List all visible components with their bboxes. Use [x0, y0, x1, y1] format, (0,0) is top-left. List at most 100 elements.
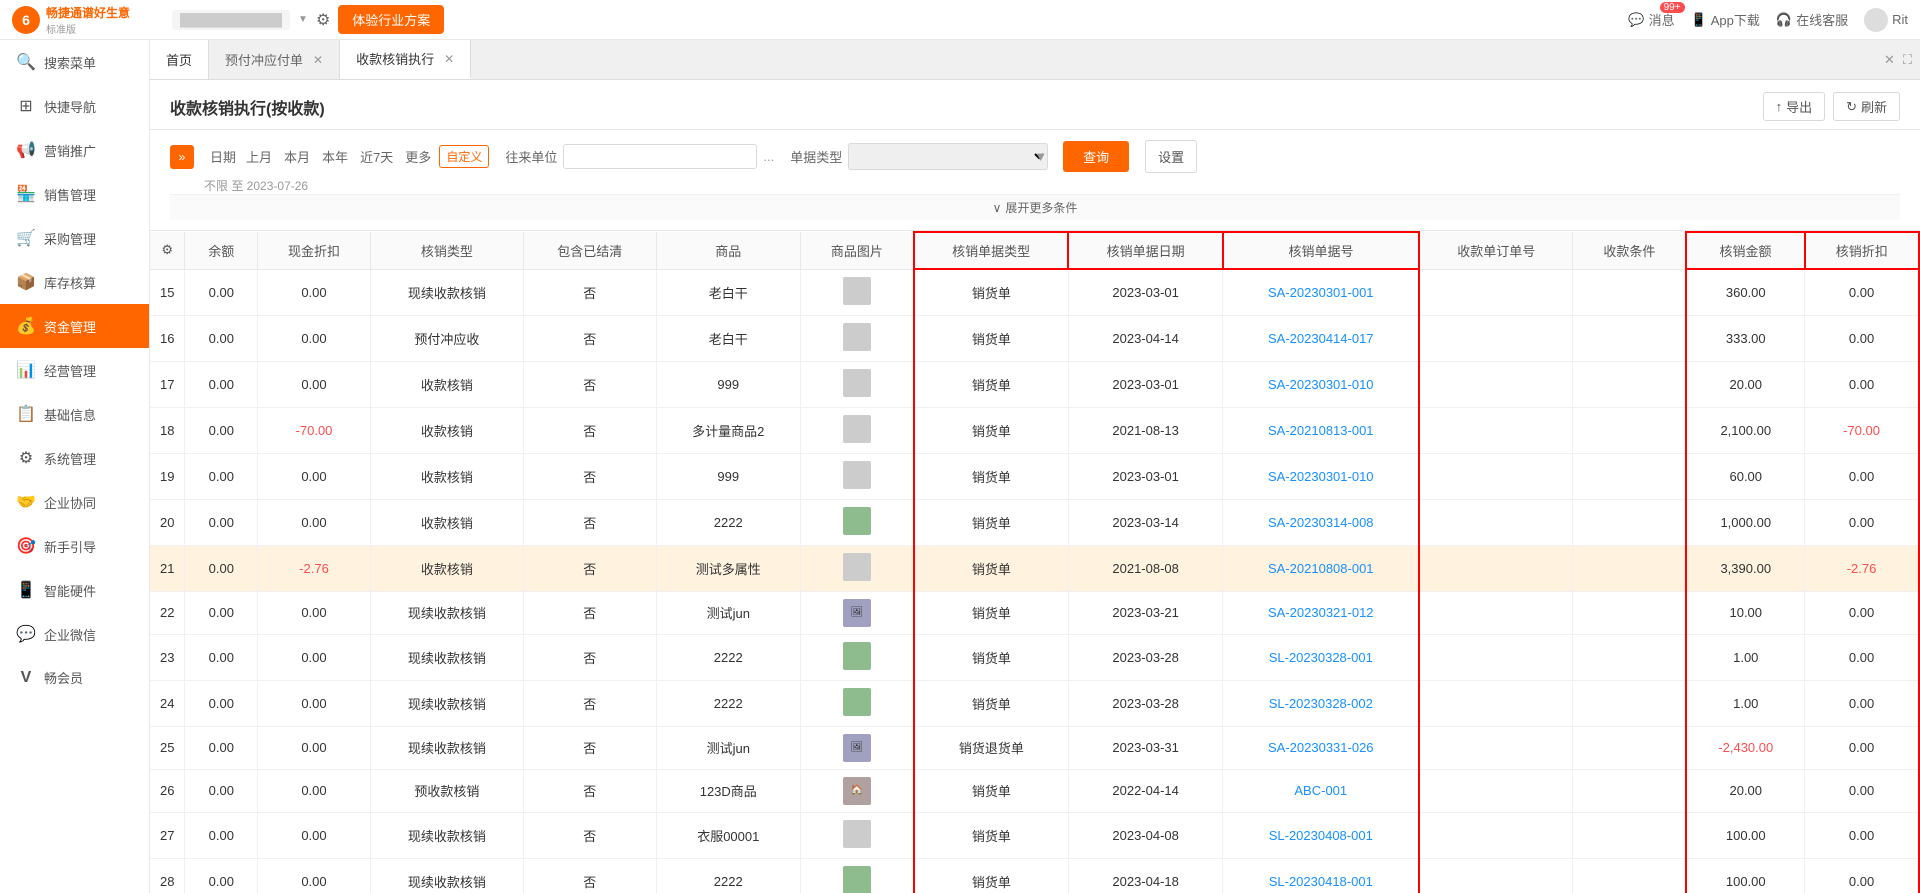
date-shortcut-more[interactable]: 更多: [401, 145, 435, 168]
tab-receipt-close-icon[interactable]: ✕: [444, 52, 454, 66]
cell-wo-amount: 10.00: [1686, 591, 1804, 634]
cell-wo-doc-no[interactable]: SL-20230418-001: [1223, 858, 1419, 893]
cell-receipt-order-no: [1419, 680, 1573, 726]
settings-icon[interactable]: ⚙: [316, 10, 330, 30]
cell-wo-doc-no[interactable]: SL-20230328-002: [1223, 680, 1419, 726]
cell-goods: 衣服00001: [656, 812, 800, 858]
date-shortcut-this-month[interactable]: 本月: [280, 145, 314, 168]
cell-wo-doc-no[interactable]: SA-20230314-008: [1223, 499, 1419, 545]
top-bar-center: ████████████ ▼ ⚙ 体验行业方案: [172, 5, 1618, 34]
cell-receipt-condition: [1573, 545, 1687, 591]
date-shortcut-last-month[interactable]: 上月: [242, 145, 276, 168]
cell-id: 18: [150, 407, 185, 453]
chevron-down-icon[interactable]: ▼: [298, 14, 308, 25]
cell-wo-doc-no[interactable]: SA-20210808-001: [1223, 545, 1419, 591]
cell-cash-discount: -70.00: [258, 407, 371, 453]
col-include-settled: 包含已结清: [523, 232, 656, 269]
cell-wo-amount: 1.00: [1686, 680, 1804, 726]
cell-wo-doc-no[interactable]: SA-20230321-012: [1223, 591, 1419, 634]
tab-prepay-close-icon[interactable]: ✕: [313, 53, 323, 67]
app-download-item[interactable]: 📱 App下载: [1691, 10, 1760, 29]
sidebar-item-member[interactable]: V 畅会员: [0, 656, 149, 699]
cell-wo-discount: 0.00: [1805, 453, 1919, 499]
table-container[interactable]: ⚙ 余额 现金折扣 核销类型 包含已结清 商品 商品图片 核销单据类型 核销单据…: [150, 231, 1920, 893]
cell-wo-doc-date: 2022-04-14: [1068, 769, 1223, 812]
cell-wo-doc-no[interactable]: SA-20230301-001: [1223, 269, 1419, 315]
page-header: 收款核销执行(按收款) ↑ 导出 ↻ 刷新: [150, 80, 1920, 130]
sidebar-item-hardware[interactable]: 📱 智能硬件: [0, 568, 149, 612]
cell-wo-doc-no[interactable]: SL-20230408-001: [1223, 812, 1419, 858]
cell-wo-doc-no[interactable]: SA-20210813-001: [1223, 407, 1419, 453]
sidebar-item-inventory[interactable]: 📦 库存核算: [0, 260, 149, 304]
settings-button[interactable]: 设置: [1145, 140, 1197, 173]
unit-filter-input[interactable]: [563, 144, 757, 169]
sidebar-item-sales[interactable]: 🏪 销售管理: [0, 172, 149, 216]
tab-home[interactable]: 首页: [150, 40, 209, 79]
notification-item[interactable]: 💬 消息 99+: [1628, 10, 1674, 29]
tab-prepay[interactable]: 预付冲应付单 ✕: [209, 40, 340, 79]
cell-wo-doc-no[interactable]: ABC-001: [1223, 769, 1419, 812]
cell-goods-img: [800, 269, 914, 315]
cell-wo-doc-no[interactable]: SA-20230414-017: [1223, 315, 1419, 361]
col-settings[interactable]: ⚙: [150, 232, 185, 269]
cell-wo-discount: 0.00: [1805, 634, 1919, 680]
export-button[interactable]: ↑ 导出: [1763, 92, 1826, 121]
cell-balance: 0.00: [185, 269, 258, 315]
cell-wo-amount: 1,000.00: [1686, 499, 1804, 545]
cell-balance: 0.00: [185, 812, 258, 858]
box-icon: 📦: [16, 272, 36, 292]
trial-button[interactable]: 体验行业方案: [338, 5, 444, 34]
table-row: 18 0.00 -70.00 收款核销 否 多计量商品2 销货单 2021-08…: [150, 407, 1919, 453]
sidebar-item-wechat[interactable]: 💬 企业微信: [0, 612, 149, 656]
online-service-item[interactable]: 🎧 在线客服: [1776, 10, 1848, 29]
col-wo-amount: 核销金额: [1686, 232, 1804, 269]
table-row: 17 0.00 0.00 收款核销 否 999 销货单 2023-03-01 S…: [150, 361, 1919, 407]
cell-wo-doc-no[interactable]: SA-20230301-010: [1223, 453, 1419, 499]
app-body: 🔍 搜索菜单 ⊞ 快捷导航 📢 营销推广 🏪 销售管理 🛒 采购管理 📦 库存核…: [0, 40, 1920, 893]
sidebar-item-search[interactable]: 🔍 搜索菜单: [0, 40, 149, 84]
tab-close-all-icon[interactable]: ✕: [1884, 52, 1895, 68]
sidebar-item-guide[interactable]: 🎯 新手引导: [0, 524, 149, 568]
query-button[interactable]: 查询: [1063, 141, 1129, 172]
cell-cash-discount: 0.00: [258, 499, 371, 545]
cell-write-off-type: 现续收款核销: [370, 269, 523, 315]
cell-wo-doc-date: 2021-08-13: [1068, 407, 1223, 453]
date-shortcut-this-year[interactable]: 本年: [318, 145, 352, 168]
user-menu[interactable]: Rit: [1864, 8, 1908, 32]
cell-wo-doc-no[interactable]: SL-20230328-001: [1223, 634, 1419, 680]
sidebar-item-quicknav[interactable]: ⊞ 快捷导航: [0, 84, 149, 128]
sidebar-item-finance[interactable]: 💰 资金管理: [0, 304, 149, 348]
date-custom-button[interactable]: 自定义: [439, 145, 489, 168]
doc-type-label: 单据类型: [790, 147, 842, 166]
cell-wo-doc-no[interactable]: SA-20230301-010: [1223, 361, 1419, 407]
sidebar-item-management[interactable]: 📊 经营管理: [0, 348, 149, 392]
expand-more-button[interactable]: ∨ 展开更多条件: [993, 199, 1078, 216]
cell-cash-discount: 0.00: [258, 769, 371, 812]
sidebar-item-marketing[interactable]: 📢 营销推广: [0, 128, 149, 172]
doc-type-select[interactable]: [848, 143, 1048, 170]
date-range-display: 不限 至 2023-07-26: [170, 177, 1900, 194]
cell-include-settled: 否: [523, 858, 656, 893]
cell-receipt-condition: [1573, 453, 1687, 499]
company-selector[interactable]: ████████████: [172, 10, 290, 30]
cell-receipt-condition: [1573, 591, 1687, 634]
cell-balance: 0.00: [185, 499, 258, 545]
cell-receipt-condition: [1573, 812, 1687, 858]
cell-goods: 多计量商品2: [656, 407, 800, 453]
tab-receipt[interactable]: 收款核销执行 ✕: [340, 40, 471, 79]
filter-dots-icon[interactable]: ...: [763, 149, 774, 164]
sidebar-item-system[interactable]: ⚙ 系统管理: [0, 436, 149, 480]
cell-wo-doc-no[interactable]: SA-20230331-026: [1223, 726, 1419, 769]
refresh-button[interactable]: ↻ 刷新: [1833, 92, 1900, 121]
tab-expand-icon[interactable]: ⛶: [1903, 52, 1912, 68]
cell-wo-amount: -2,430.00: [1686, 726, 1804, 769]
date-shortcut-7days[interactable]: 近7天: [356, 145, 397, 168]
cell-goods-img: 🏠: [800, 769, 914, 812]
sidebar-item-basic[interactable]: 📋 基础信息: [0, 392, 149, 436]
filter-expand-button[interactable]: »: [170, 145, 194, 169]
store-icon: 🏪: [16, 184, 36, 204]
sidebar-item-purchase[interactable]: 🛒 采购管理: [0, 216, 149, 260]
cell-include-settled: 否: [523, 726, 656, 769]
sidebar-item-collab[interactable]: 🤝 企业协同: [0, 480, 149, 524]
cell-goods-img: 🖼: [800, 591, 914, 634]
